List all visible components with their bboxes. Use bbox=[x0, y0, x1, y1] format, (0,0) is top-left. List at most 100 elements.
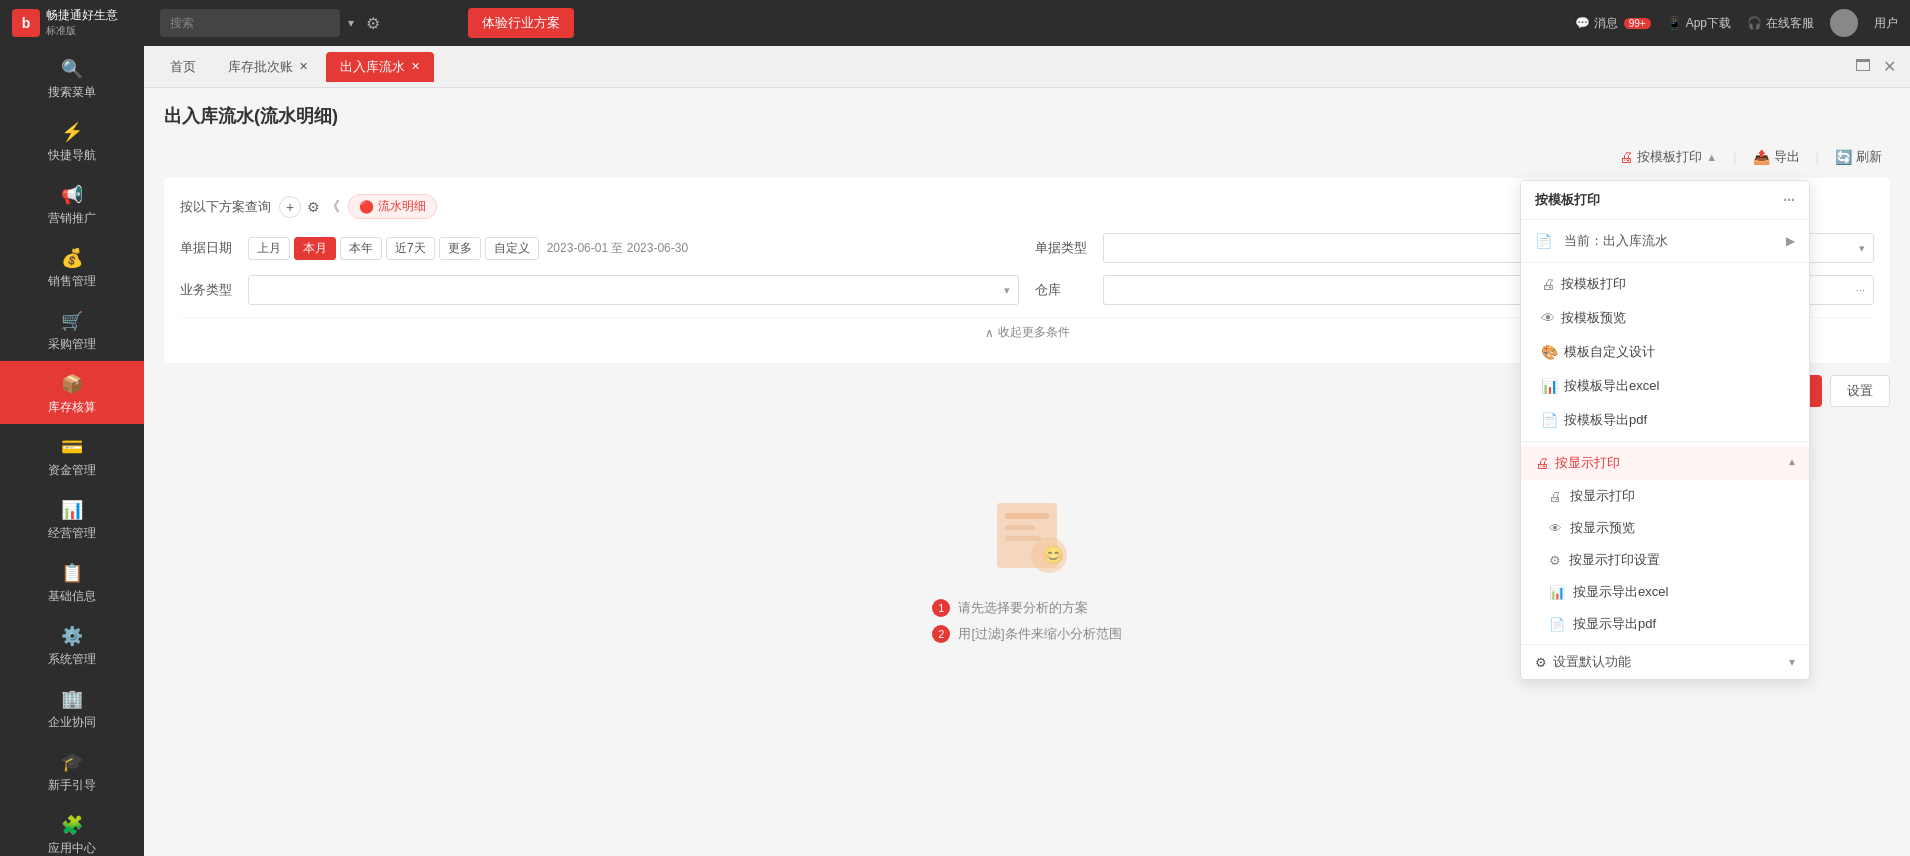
filter-active-tag[interactable]: 🔴 流水明细 bbox=[348, 194, 437, 219]
messages-badge: 99+ bbox=[1624, 18, 1651, 29]
sub-item-label: 按显示导出pdf bbox=[1573, 615, 1656, 633]
display-print-section-header[interactable]: 🖨 按显示打印 ▾ bbox=[1521, 446, 1809, 480]
business-type-dropdown-icon: ▾ bbox=[1004, 284, 1010, 297]
app-download-btn[interactable]: 📱 App下载 bbox=[1667, 15, 1731, 32]
tab-flow-close[interactable]: ✕ bbox=[411, 60, 420, 73]
tab-restore-btn[interactable]: 🗖 bbox=[1853, 55, 1873, 78]
tab-batch-ledger-close[interactable]: ✕ bbox=[299, 60, 308, 73]
dropdown-item-template-pdf[interactable]: 📄 按模板导出pdf bbox=[1521, 403, 1809, 437]
inventory-icon: 📦 bbox=[61, 373, 83, 395]
filter-collapse-btn[interactable]: 《 bbox=[326, 198, 340, 216]
dropdown-item-display-preview[interactable]: 👁 按显示预览 bbox=[1521, 512, 1809, 544]
current-item-icon: 📄 bbox=[1535, 233, 1552, 249]
page-title: 出入库流水(流水明细) bbox=[164, 104, 1890, 128]
tab-flow[interactable]: 出入库流水 ✕ bbox=[326, 52, 434, 82]
tab-close-btn[interactable]: ✕ bbox=[1881, 55, 1898, 78]
filter-date-field: 单据日期 上月 本月 本年 近7天 更多 自定义 2023-06-01 至 20… bbox=[180, 237, 1019, 260]
dropdown-item-display-settings[interactable]: ⚙ 按显示打印设置 bbox=[1521, 544, 1809, 576]
search-dropdown-icon[interactable]: ▾ bbox=[348, 16, 354, 30]
app-version: 标准版 bbox=[46, 24, 118, 38]
svg-rect-3 bbox=[1005, 536, 1041, 541]
export-btn[interactable]: 📤 导出 bbox=[1745, 144, 1808, 170]
customer-service-btn[interactable]: 🎧 在线客服 bbox=[1747, 15, 1814, 32]
user-avatar[interactable] bbox=[1830, 9, 1858, 37]
dropdown-item-display-pdf[interactable]: 📄 按显示导出pdf bbox=[1521, 608, 1809, 640]
sidebar-item-operations[interactable]: 📊 经营管理 bbox=[0, 487, 144, 550]
filter-business-type-select[interactable]: ▾ bbox=[248, 275, 1019, 305]
print-dropdown-panel: 按模板打印 ··· 📄 当前：出入库流水 ▶ bbox=[1520, 180, 1810, 680]
dropdown-item-label: 按模板打印 bbox=[1561, 275, 1626, 293]
dropdown-current-item[interactable]: 📄 当前：出入库流水 ▶ bbox=[1521, 224, 1809, 258]
sidebar-item-label: 基础信息 bbox=[48, 588, 96, 605]
refresh-icon: 🔄 bbox=[1835, 149, 1852, 165]
date-btn-this-month[interactable]: 本月 bbox=[294, 237, 336, 260]
refresh-btn[interactable]: 🔄 刷新 bbox=[1827, 144, 1890, 170]
dropdown-item-template-design[interactable]: 🎨 模板自定义设计 bbox=[1521, 335, 1809, 369]
date-btn-custom[interactable]: 自定义 bbox=[485, 237, 539, 260]
messages-btn[interactable]: 💬 消息 99+ bbox=[1575, 15, 1651, 32]
sidebar-item-guide[interactable]: 🎓 新手引导 bbox=[0, 739, 144, 802]
sidebar-item-basic-info[interactable]: 📋 基础信息 bbox=[0, 550, 144, 613]
app-download-label: App下载 bbox=[1686, 15, 1731, 32]
date-btn-7days[interactable]: 近7天 bbox=[386, 237, 435, 260]
dropdown-header: 按模板打印 ··· bbox=[1521, 181, 1809, 220]
section-collapse-icon[interactable]: ▾ bbox=[1789, 456, 1795, 470]
sidebar-item-finance[interactable]: 💳 资金管理 bbox=[0, 424, 144, 487]
tab-home[interactable]: 首页 bbox=[156, 52, 210, 82]
app-center-icon: 🧩 bbox=[61, 814, 83, 836]
date-shortcuts: 上月 本月 本年 近7天 更多 自定义 2023-06-01 至 2023-06… bbox=[248, 237, 688, 260]
message-icon: 💬 bbox=[1575, 16, 1590, 30]
industry-btn[interactable]: 体验行业方案 bbox=[468, 8, 574, 38]
print-template-icon: 🖨 bbox=[1541, 276, 1555, 292]
dropdown-section-1: 📄 当前：出入库流水 ▶ bbox=[1521, 220, 1809, 263]
filter-business-type-label: 业务类型 bbox=[180, 281, 240, 299]
basic-info-icon: 📋 bbox=[61, 562, 83, 584]
sidebar-item-app-center[interactable]: 🧩 应用中心 bbox=[0, 802, 144, 856]
sidebar-item-inventory[interactable]: 📦 库存核算 bbox=[0, 361, 144, 424]
quick-nav-icon: ⚡ bbox=[61, 121, 83, 143]
print-template-btn[interactable]: 🖨 按模板打印 ▲ bbox=[1611, 144, 1725, 170]
sidebar-item-system[interactable]: ⚙️ 系统管理 bbox=[0, 613, 144, 676]
date-btn-more[interactable]: 更多 bbox=[439, 237, 481, 260]
collapse-label: 收起更多条件 bbox=[998, 324, 1070, 341]
step-num-2: 2 bbox=[932, 625, 950, 643]
sidebar-item-sales[interactable]: 💰 销售管理 bbox=[0, 235, 144, 298]
print-dropdown-arrow[interactable]: ▲ bbox=[1706, 151, 1717, 163]
filter-settings-btn[interactable]: ⚙ bbox=[307, 199, 320, 215]
sidebar-item-quick-nav[interactable]: ⚡ 快捷导航 bbox=[0, 109, 144, 172]
sidebar-item-label: 资金管理 bbox=[48, 462, 96, 479]
tab-batch-ledger[interactable]: 库存批次账 ✕ bbox=[214, 52, 322, 82]
header-settings-icon[interactable]: ⚙ bbox=[362, 10, 384, 37]
dropdown-item-display-excel[interactable]: 📊 按显示导出excel bbox=[1521, 576, 1809, 608]
search-menu-icon: 🔍 bbox=[61, 58, 83, 80]
messages-label: 消息 bbox=[1594, 15, 1618, 32]
action-divider-2: | bbox=[1816, 150, 1819, 165]
logo-icon: b bbox=[12, 9, 40, 37]
settings-btn[interactable]: 设置 bbox=[1830, 375, 1890, 407]
dropdown-item-display-print[interactable]: 🖨 按显示打印 bbox=[1521, 480, 1809, 512]
empty-step-2-label: 用[过滤]条件来缩小分析范围 bbox=[958, 625, 1121, 643]
date-btn-last-month[interactable]: 上月 bbox=[248, 237, 290, 260]
sidebar-item-enterprise[interactable]: 🏢 企业协同 bbox=[0, 676, 144, 739]
dropdown-footer[interactable]: ⚙ 设置默认功能 ▾ bbox=[1521, 645, 1809, 679]
dropdown-item-template-excel[interactable]: 📊 按模板导出excel bbox=[1521, 369, 1809, 403]
search-input[interactable] bbox=[160, 9, 340, 37]
sidebar-item-marketing[interactable]: 📢 营销推广 bbox=[0, 172, 144, 235]
date-btn-this-year[interactable]: 本年 bbox=[340, 237, 382, 260]
dropdown-item-print-template[interactable]: 🖨 按模板打印 bbox=[1521, 267, 1809, 301]
display-print-header-icon: 🖨 bbox=[1535, 455, 1549, 471]
tab-flow-label: 出入库流水 bbox=[340, 58, 405, 76]
filter-header-label: 按以下方案查询 bbox=[180, 198, 271, 216]
dropdown-more-icon[interactable]: ··· bbox=[1783, 192, 1795, 208]
filter-add-btn[interactable]: + bbox=[279, 196, 301, 218]
display-print-sub-list: 🖨 按显示打印 👁 按显示预览 ⚙ 按显示打印设置 bbox=[1521, 480, 1809, 640]
sidebar-item-purchase[interactable]: 🛒 采购管理 bbox=[0, 298, 144, 361]
action-divider-1: | bbox=[1733, 150, 1736, 165]
filter-tag-icon: 🔴 bbox=[359, 200, 374, 214]
dropdown-section-3: 🖨 按显示打印 ▾ 🖨 按显示打印 👁 bbox=[1521, 442, 1809, 645]
main-layout: 🔍 搜索菜单 ⚡ 快捷导航 📢 营销推广 💰 销售管理 🛒 采购管理 📦 库存核… bbox=[0, 46, 1910, 856]
sidebar-item-search[interactable]: 🔍 搜索菜单 bbox=[0, 46, 144, 109]
export-label: 导出 bbox=[1774, 148, 1800, 166]
dropdown-item-preview-template[interactable]: 👁 按模板预览 bbox=[1521, 301, 1809, 335]
sub-item-label: 按显示导出excel bbox=[1573, 583, 1668, 601]
